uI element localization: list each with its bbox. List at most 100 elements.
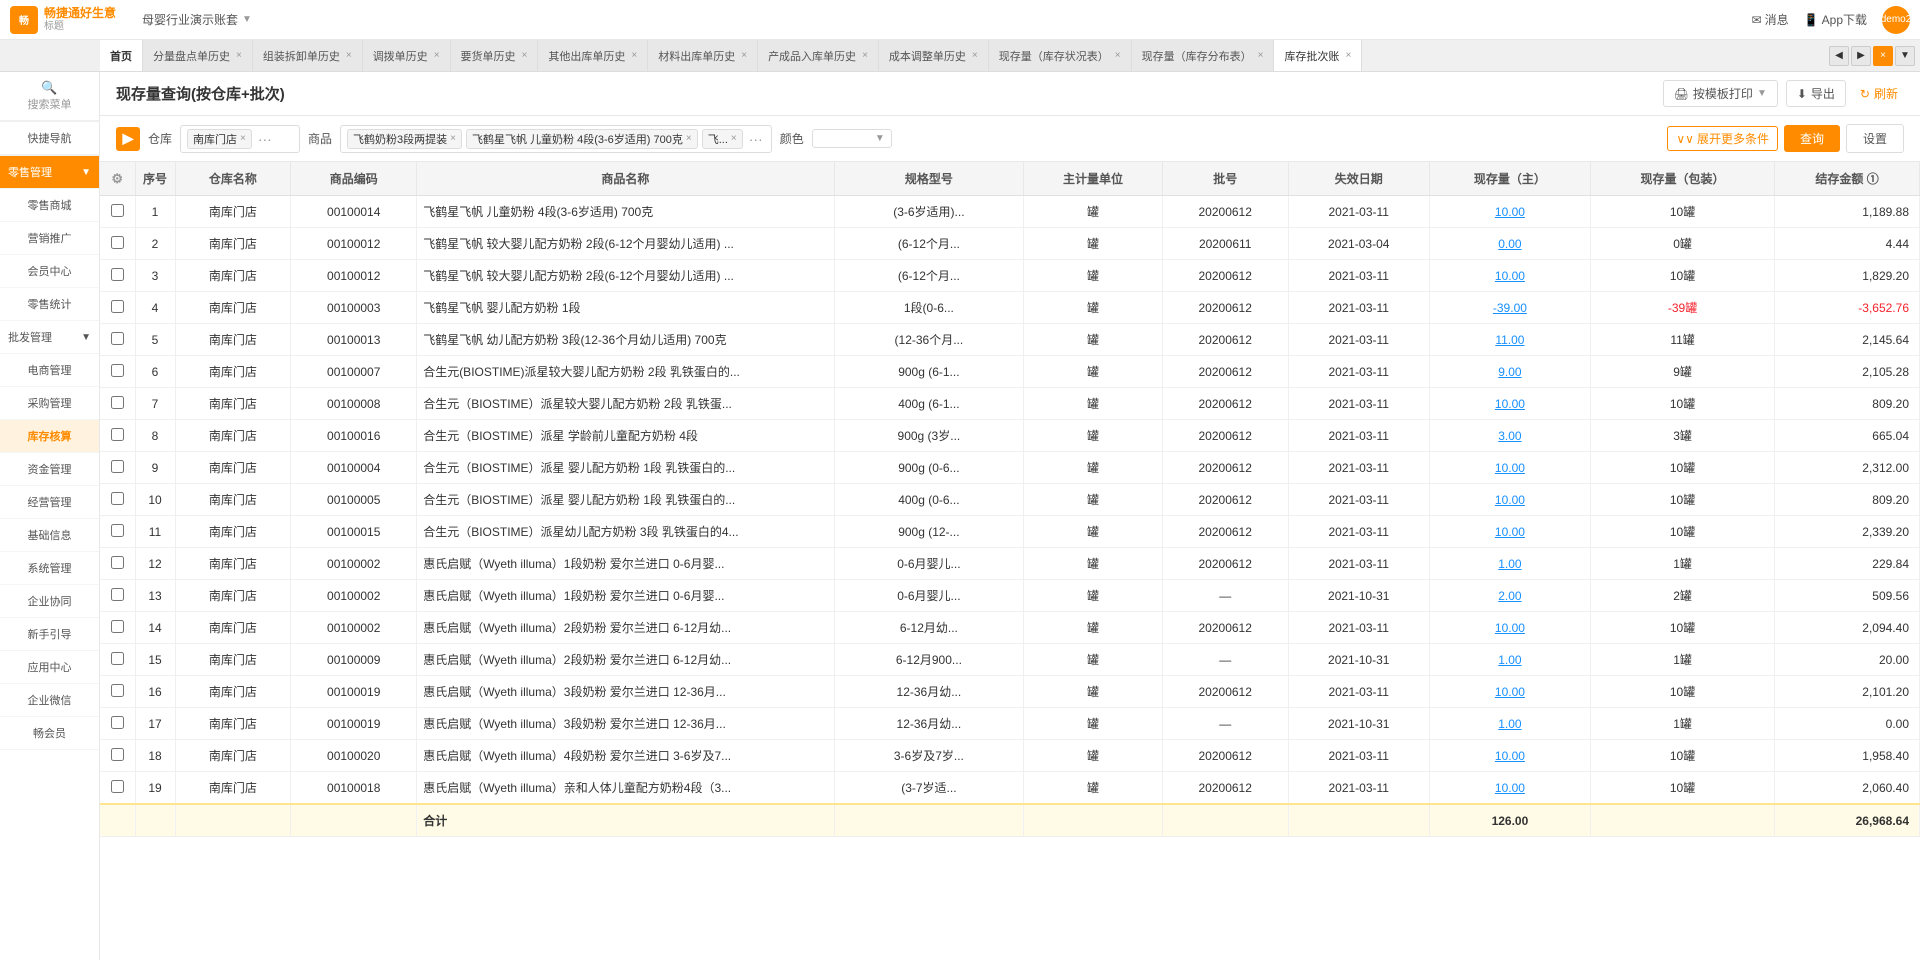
warehouse-more-btn[interactable]: ··· xyxy=(256,131,274,147)
settings-btn[interactable]: 设置 xyxy=(1846,124,1904,153)
sidebar-item-member[interactable]: 会员中心 xyxy=(0,255,99,288)
cell-checkbox[interactable] xyxy=(100,676,135,708)
cell-qty-main[interactable]: 2.00 xyxy=(1429,580,1590,612)
message-btn[interactable]: ✉ 消息 xyxy=(1752,11,1789,28)
sidebar-item-wechat[interactable]: 企业微信 xyxy=(0,684,99,717)
sidebar-item-ecommerce[interactable]: 电商管理 xyxy=(0,354,99,387)
tab-next-btn[interactable]: ▶ xyxy=(1851,46,1871,66)
cell-checkbox[interactable] xyxy=(100,260,135,292)
sidebar-item-appstore[interactable]: 应用中心 xyxy=(0,651,99,684)
tab-qita-close[interactable]: × xyxy=(631,50,637,61)
row-checkbox[interactable] xyxy=(111,236,124,249)
cell-qty-main[interactable]: -39.00 xyxy=(1429,292,1590,324)
row-checkbox[interactable] xyxy=(111,620,124,633)
row-checkbox[interactable] xyxy=(111,364,124,377)
tab-menu-btn[interactable]: ▼ xyxy=(1895,46,1915,66)
cell-qty-main[interactable]: 1.00 xyxy=(1429,548,1590,580)
cell-qty-main[interactable]: 1.00 xyxy=(1429,708,1590,740)
query-btn[interactable]: 查询 xyxy=(1784,125,1840,152)
cell-qty-main[interactable]: 10.00 xyxy=(1429,484,1590,516)
print-btn[interactable]: 🖨 按模板打印 ▼ xyxy=(1663,80,1778,107)
tab-chan-pin[interactable]: 产成品入库单历史 × xyxy=(758,40,879,72)
row-checkbox[interactable] xyxy=(111,556,124,569)
tab-prev-btn[interactable]: ◀ xyxy=(1829,46,1849,66)
refresh-btn[interactable]: ↻ 刷新 xyxy=(1854,81,1904,106)
tab-qi-ta[interactable]: 其他出库单历史 × xyxy=(538,40,648,72)
cell-qty-main[interactable]: 10.00 xyxy=(1429,516,1590,548)
sidebar-item-marketing[interactable]: 营销推广 xyxy=(0,222,99,255)
tab-diao-bo[interactable]: 调拨单历史 × xyxy=(363,40,451,72)
tab-close-btn[interactable]: × xyxy=(1873,46,1893,66)
cell-qty-main[interactable]: 10.00 xyxy=(1429,196,1590,228)
account-dropdown[interactable]: 母婴行业演示账套 ▼ xyxy=(142,11,252,28)
user-avatar[interactable]: demo2 xyxy=(1882,6,1910,34)
tab-diaobo-close[interactable]: × xyxy=(434,50,440,61)
cell-checkbox[interactable] xyxy=(100,548,135,580)
goods-tag3-close[interactable]: × xyxy=(731,133,737,144)
cell-qty-main[interactable]: 10.00 xyxy=(1429,740,1590,772)
tab-xiancunku-close[interactable]: × xyxy=(1115,50,1121,61)
tab-chengben-close[interactable]: × xyxy=(972,50,978,61)
goods-filter[interactable]: 飞鹤奶粉3段两提装 × 飞鹤星飞帆 儿童奶粉 4段(3-6岁适用) 700克 ×… xyxy=(340,125,772,153)
filter-expand-toggle[interactable]: ▶ xyxy=(116,127,140,151)
tab-home[interactable]: 首页 xyxy=(100,40,143,72)
cell-qty-main[interactable]: 3.00 xyxy=(1429,420,1590,452)
col-settings[interactable]: ⚙ xyxy=(100,162,135,196)
export-btn[interactable]: ⬇ 导出 xyxy=(1786,80,1846,107)
sidebar-item-retail-shop[interactable]: 零售商城 xyxy=(0,189,99,222)
row-checkbox[interactable] xyxy=(111,716,124,729)
tab-yaohuo-close[interactable]: × xyxy=(522,50,528,61)
sidebar-item-inventory[interactable]: 库存核算 xyxy=(0,420,99,453)
app-download-btn[interactable]: 📱 App下载 xyxy=(1804,11,1867,28)
warehouse-filter[interactable]: 南库门店 × ··· xyxy=(180,125,300,153)
cell-checkbox[interactable] xyxy=(100,644,135,676)
cell-qty-main[interactable]: 1.00 xyxy=(1429,644,1590,676)
row-checkbox[interactable] xyxy=(111,332,124,345)
row-checkbox[interactable] xyxy=(111,492,124,505)
tab-ku-cun-pi[interactable]: 库存批次账 × xyxy=(1274,40,1362,72)
settings-icon[interactable]: ⚙ xyxy=(111,171,123,186)
cell-qty-main[interactable]: 10.00 xyxy=(1429,772,1590,805)
warehouse-tag-close[interactable]: × xyxy=(240,133,246,144)
tab-yao-huo[interactable]: 要货单历史 × xyxy=(451,40,539,72)
cell-checkbox[interactable] xyxy=(100,452,135,484)
tab-zuchai-close[interactable]: × xyxy=(346,50,352,61)
expand-more-btn[interactable]: ∨∨ 展开更多条件 xyxy=(1667,126,1778,151)
row-checkbox[interactable] xyxy=(111,396,124,409)
tab-kucunpi-close[interactable]: × xyxy=(1345,50,1351,61)
row-checkbox[interactable] xyxy=(111,588,124,601)
sidebar-item-guide[interactable]: 新手引导 xyxy=(0,618,99,651)
cell-checkbox[interactable] xyxy=(100,740,135,772)
goods-tag2-close[interactable]: × xyxy=(686,133,692,144)
tab-xiancunfen-close[interactable]: × xyxy=(1258,50,1264,61)
row-checkbox[interactable] xyxy=(111,748,124,761)
sidebar-item-wholesale[interactable]: 批发管理 ▼ xyxy=(0,321,99,354)
cell-qty-main[interactable]: 11.00 xyxy=(1429,324,1590,356)
sidebar-item-retail[interactable]: 零售管理 ▼ xyxy=(0,156,99,189)
cell-checkbox[interactable] xyxy=(100,388,135,420)
color-filter[interactable]: ▼ xyxy=(812,129,892,148)
cell-checkbox[interactable] xyxy=(100,516,135,548)
cell-checkbox[interactable] xyxy=(100,356,135,388)
row-checkbox[interactable] xyxy=(111,524,124,537)
cell-qty-main[interactable]: 10.00 xyxy=(1429,260,1590,292)
tab-xian-cun-fen[interactable]: 现存量（库存分布表） × xyxy=(1132,40,1275,72)
tab-fenpan-close[interactable]: × xyxy=(236,50,242,61)
sidebar-item-retail-stats[interactable]: 零售统计 xyxy=(0,288,99,321)
cell-qty-main[interactable]: 10.00 xyxy=(1429,676,1590,708)
sidebar-item-finance[interactable]: 资金管理 xyxy=(0,453,99,486)
cell-checkbox[interactable] xyxy=(100,292,135,324)
row-checkbox[interactable] xyxy=(111,460,124,473)
cell-qty-main[interactable]: 10.00 xyxy=(1429,388,1590,420)
sidebar-item-enterprise[interactable]: 企业协同 xyxy=(0,585,99,618)
row-checkbox[interactable] xyxy=(111,268,124,281)
row-checkbox[interactable] xyxy=(111,780,124,793)
cell-checkbox[interactable] xyxy=(100,228,135,260)
tab-xian-cun-ku[interactable]: 现存量（库存状况表） × xyxy=(989,40,1132,72)
row-checkbox[interactable] xyxy=(111,684,124,697)
cell-qty-main[interactable]: 0.00 xyxy=(1429,228,1590,260)
tab-chanpin-close[interactable]: × xyxy=(862,50,868,61)
cell-checkbox[interactable] xyxy=(100,484,135,516)
tab-cailiao-close[interactable]: × xyxy=(741,50,747,61)
sidebar-shortcut[interactable]: 快捷导航 xyxy=(0,122,99,156)
